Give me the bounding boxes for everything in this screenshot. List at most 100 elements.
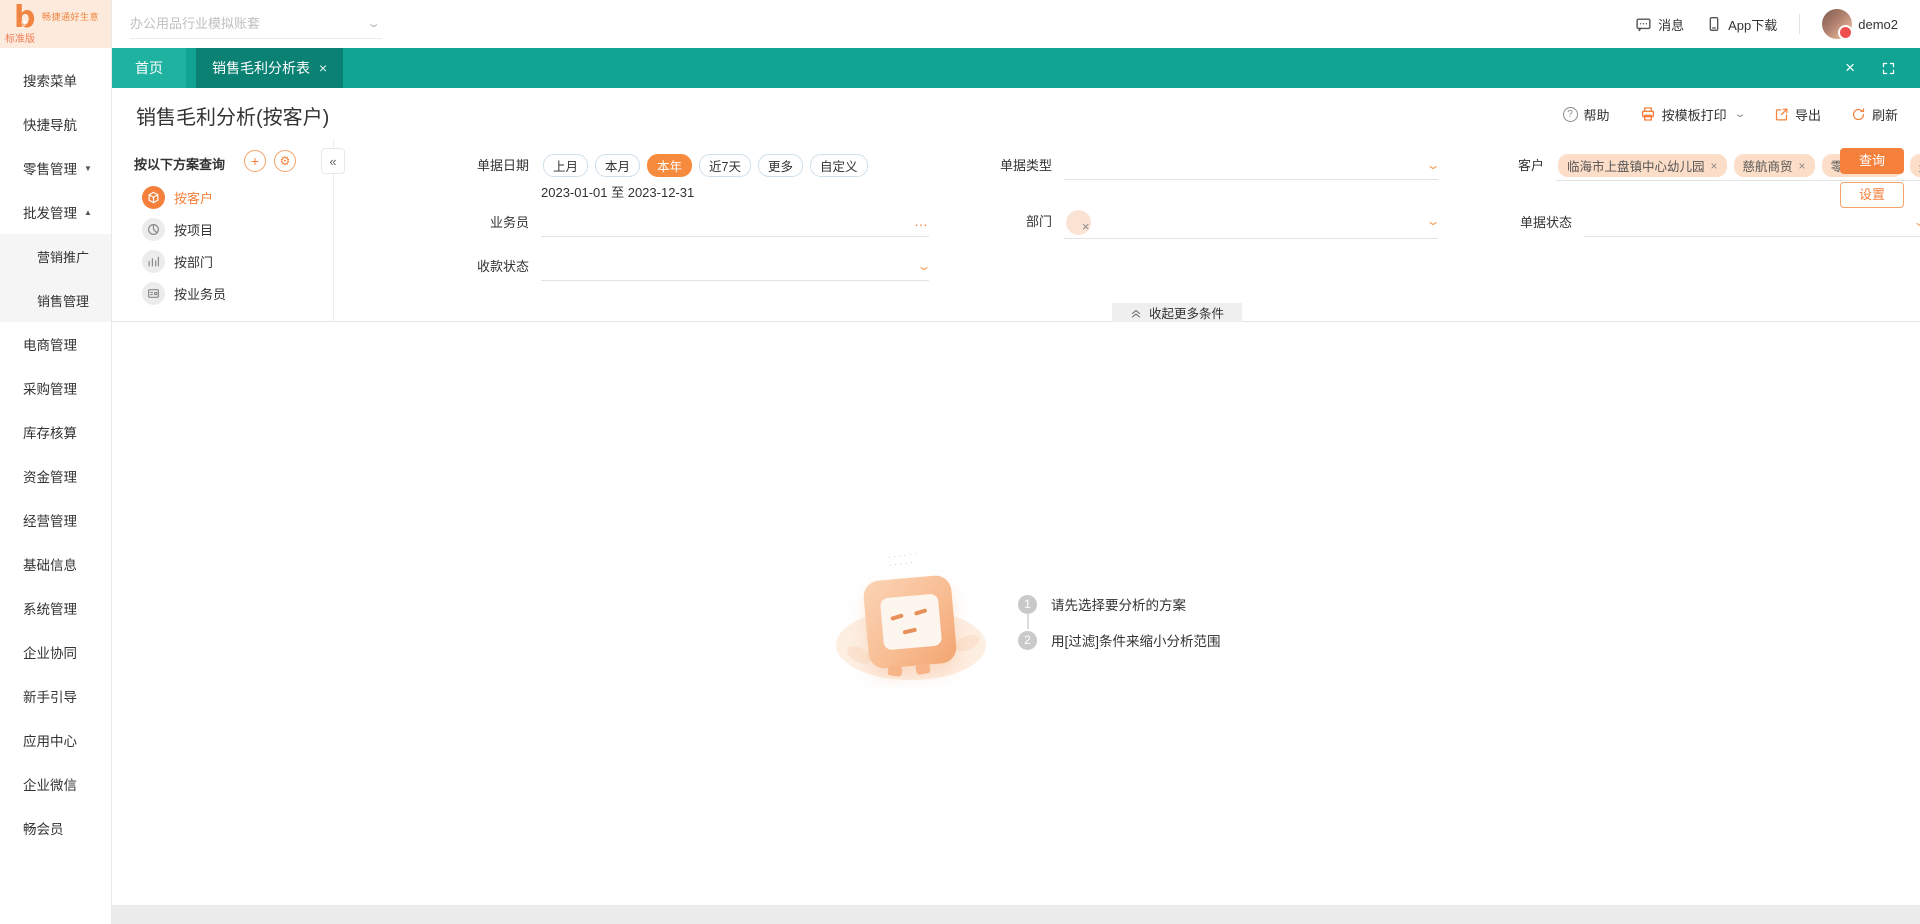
sidebar-item-label: 企业协同	[23, 646, 77, 661]
payment-status-select[interactable]: ⌄	[541, 255, 932, 281]
avatar[interactable]	[1822, 9, 1854, 40]
brand-logo[interactable]: b 畅捷通好生意 标准版	[0, 0, 111, 48]
doc-status-label: 单据状态	[1519, 215, 1572, 230]
robot-box-icon	[862, 574, 958, 670]
department-select[interactable]: × ⌄	[1064, 210, 1441, 239]
sidebar-item-inventory[interactable]: 库存核算	[0, 410, 111, 454]
account-set-selector[interactable]: ⌄	[130, 9, 382, 39]
sidebar-item-collaboration[interactable]: 企业协同	[0, 630, 111, 674]
query-plan-header: 按以下方案查询	[134, 157, 226, 172]
plan-item-by-customer[interactable]: 按客户	[142, 186, 226, 209]
sidebar-item-label: 营销推广	[37, 249, 90, 265]
preset-custom[interactable]: 自定义	[810, 154, 868, 177]
chevron-down-icon[interactable]: ⌄	[366, 17, 381, 30]
sidebar-item-sales-mgmt[interactable]: 销售管理	[0, 278, 111, 322]
export-label: 导出	[1794, 107, 1821, 123]
sidebar-item-purchase[interactable]: 采购管理	[0, 366, 111, 410]
remove-tag-icon[interactable]: ×	[1711, 159, 1718, 173]
sidebar-item-app-center[interactable]: 应用中心	[0, 718, 111, 762]
settings-button[interactable]: 设置	[1840, 182, 1904, 208]
empty-state-steps: 1 请先选择要分析的方案 2 用[过滤]条件来缩小分析范围	[1018, 594, 1221, 650]
sidebar-item-member[interactable]: 畅会员	[0, 806, 111, 850]
plan-item-by-salesman[interactable]: 按业务员	[142, 282, 226, 305]
add-plan-button[interactable]: +	[244, 150, 266, 172]
preset-last-7-days[interactable]: 近7天	[699, 154, 751, 177]
page-title: 销售毛利分析(按客户)	[136, 107, 330, 129]
horizontal-scrollbar[interactable]	[112, 905, 1920, 924]
messages-button[interactable]: 消息	[1635, 15, 1684, 34]
salesman-input[interactable]: …	[541, 211, 929, 237]
plan-item-label: 按部门	[174, 255, 214, 270]
tab-gross-profit-analysis[interactable]: 销售毛利分析表 ×	[196, 48, 344, 88]
close-all-icon[interactable]: ×	[1845, 58, 1855, 78]
sidebar-item-operations[interactable]: 经营管理	[0, 498, 111, 542]
step-number-badge: 2	[1018, 630, 1037, 650]
close-tab-icon[interactable]: ×	[319, 60, 327, 76]
collapse-more-conditions[interactable]: 收起更多条件	[1112, 303, 1243, 322]
fullscreen-icon[interactable]	[1881, 61, 1896, 76]
phone-icon	[1709, 17, 1719, 31]
pie-icon	[142, 218, 165, 241]
doc-status-field: 单据状态 ⌄	[1500, 211, 1920, 237]
sidebar-item-wecom[interactable]: 企业微信	[0, 762, 111, 806]
preset-more[interactable]: 更多	[758, 154, 804, 177]
department-field: 部门 × ⌄	[980, 210, 1441, 239]
customer-tag: 临海市上盘镇中心幼儿园 ×	[1558, 154, 1727, 177]
payment-status-field: 收款状态 ⌄	[457, 255, 932, 281]
chevron-down-icon[interactable]: ⌄	[916, 259, 931, 273]
tab-label: 首页	[135, 60, 163, 76]
picker-ellipsis-icon[interactable]: …	[914, 213, 929, 229]
plan-item-label: 按项目	[174, 223, 214, 238]
plan-item-by-project[interactable]: 按项目	[142, 218, 226, 241]
tab-gap	[186, 48, 196, 88]
sidebar-item-label: 经营管理	[23, 514, 77, 529]
sidebar-item-search-menu[interactable]: 搜索菜单	[0, 58, 111, 102]
sidebar-item-funds[interactable]: 资金管理	[0, 454, 111, 498]
sidebar-item-ecommerce[interactable]: 电商管理	[0, 322, 111, 366]
sidebar-item-basic-info[interactable]: 基础信息	[0, 542, 111, 586]
tab-home[interactable]: 首页	[112, 48, 186, 88]
sidebar-item-beginner-guide[interactable]: 新手引导	[0, 674, 111, 718]
user-menu[interactable]: demo2	[1822, 9, 1898, 40]
doc-type-field: 单据类型 ⌄	[980, 154, 1441, 180]
sidebar-item-quick-nav[interactable]: 快捷导航	[0, 102, 111, 146]
refresh-button[interactable]: 刷新	[1851, 105, 1898, 124]
app-window: b 畅捷通好生意 标准版 搜索菜单 快捷导航 零售管理 ▼ 批发管理 ▲ 营销推…	[0, 0, 1920, 924]
preset-last-month[interactable]: 上月	[543, 154, 589, 177]
account-set-input[interactable]	[130, 16, 369, 31]
sidebar-item-marketing[interactable]: 营销推广	[0, 234, 111, 278]
sidebar-item-wholesale[interactable]: 批发管理 ▲	[0, 190, 111, 234]
chevron-down-icon[interactable]: ⌄	[1912, 215, 1920, 229]
export-button[interactable]: 导出	[1774, 105, 1821, 124]
chevron-up-icon: ▲	[84, 207, 92, 217]
app-download-button[interactable]: App下载	[1706, 15, 1777, 34]
plan-settings-button[interactable]: ⚙	[274, 150, 296, 172]
brand-edition-badge: 标准版	[5, 34, 35, 45]
chevron-down-icon[interactable]: ⌄	[1425, 214, 1440, 228]
preset-this-month[interactable]: 本月	[595, 154, 641, 177]
brand-name: 畅捷通好生意	[42, 12, 100, 22]
chevron-down-icon[interactable]: ⌄	[1733, 109, 1746, 120]
help-button[interactable]: ? 帮助	[1562, 105, 1610, 124]
doc-status-select[interactable]: ⌄	[1584, 211, 1920, 237]
tab-label: 销售毛利分析表	[212, 60, 310, 76]
remove-tag-icon[interactable]: ×	[1799, 159, 1806, 173]
doc-date-range[interactable]: 2023-01-01 至 2023-12-31	[541, 182, 929, 201]
chevron-down-icon[interactable]: ⌄	[1425, 158, 1440, 172]
double-chevron-up-icon	[1132, 309, 1140, 317]
customer-tag: 慈航商贸 ×	[1733, 154, 1815, 177]
chevron-down-icon: ▼	[84, 163, 92, 173]
sidebar-item-retail[interactable]: 零售管理 ▼	[0, 146, 111, 190]
query-button[interactable]: 查询	[1840, 148, 1904, 174]
preset-this-year[interactable]: 本年	[647, 154, 693, 177]
empty-state-illustration: ······ ·····	[836, 548, 986, 692]
sidebar-item-label: 企业微信	[23, 778, 77, 793]
remove-tag-icon[interactable]: ×	[1082, 219, 1090, 234]
collapse-panel-icon[interactable]: «	[321, 148, 345, 174]
plan-item-by-department[interactable]: 按部门	[142, 250, 226, 273]
sidebar-item-system[interactable]: 系统管理	[0, 586, 111, 630]
doc-type-select[interactable]: ⌄	[1064, 154, 1441, 180]
plan-item-label: 按业务员	[174, 287, 227, 302]
messages-label: 消息	[1658, 17, 1685, 33]
print-by-template-button[interactable]: 按模板打印 ⌄	[1640, 105, 1746, 124]
